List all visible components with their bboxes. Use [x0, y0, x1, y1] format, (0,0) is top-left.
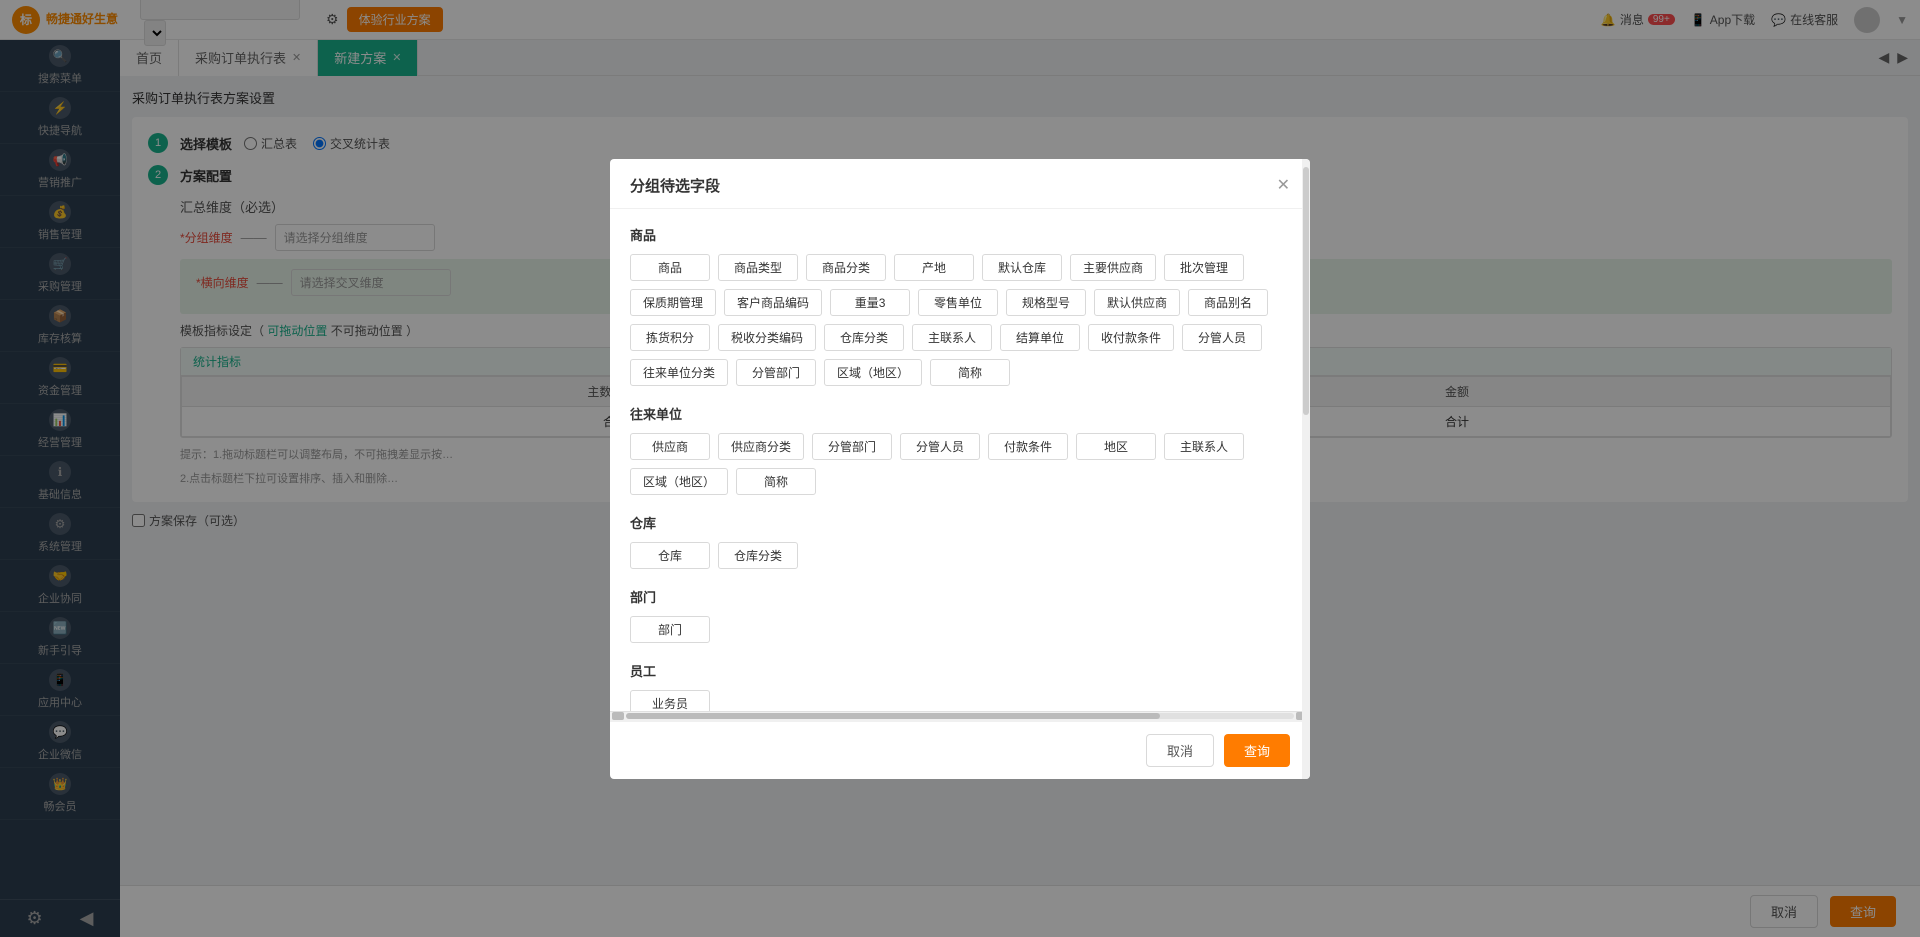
chip-main-supplier[interactable]: 主要供应商 [1070, 254, 1156, 281]
chip-batch-mgmt[interactable]: 批次管理 [1164, 254, 1244, 281]
chip-product-alias[interactable]: 商品别名 [1188, 289, 1268, 316]
chip-spec-model[interactable]: 规格型号 [1006, 289, 1086, 316]
chip-product-type[interactable]: 商品类型 [718, 254, 798, 281]
chip-salesperson[interactable]: 业务员 [630, 690, 710, 712]
section-warehouse-title: 仓库 [630, 513, 1290, 532]
chip-supplier[interactable]: 供应商 [630, 433, 710, 460]
section-counterparty: 往来单位 供应商 供应商分类 分管部门 分管人员 付款条件 地区 主联系人 区域… [630, 404, 1290, 495]
modal-cancel-button[interactable]: 取消 [1146, 734, 1214, 767]
chip-area[interactable]: 地区 [1076, 433, 1156, 460]
modal-horizontal-scrollbar[interactable] [610, 711, 1310, 720]
modal-content-wrapper: 商品 商品 商品类型 商品分类 产地 默认仓库 主要供应商 批次管理 保质期管理… [610, 209, 1310, 712]
chip-counterparty-cat[interactable]: 往来单位分类 [630, 359, 728, 386]
section-warehouse: 仓库 仓库 仓库分类 [630, 513, 1290, 569]
chip-supervisor2[interactable]: 分管人员 [900, 433, 980, 460]
chip-abbrev[interactable]: 简称 [930, 359, 1010, 386]
modal-confirm-button[interactable]: 查询 [1224, 734, 1290, 767]
chip-region2[interactable]: 区域（地区） [630, 468, 728, 495]
chip-dept[interactable]: 部门 [630, 616, 710, 643]
chip-retail-unit[interactable]: 零售单位 [918, 289, 998, 316]
chip-product[interactable]: 商品 [630, 254, 710, 281]
section-product: 商品 商品 商品类型 商品分类 产地 默认仓库 主要供应商 批次管理 保质期管理… [630, 225, 1290, 386]
chip-shelf-life[interactable]: 保质期管理 [630, 289, 716, 316]
section-product-title: 商品 [630, 225, 1290, 244]
section-dept-chips: 部门 [630, 616, 1290, 643]
modal-vertical-scrollbar[interactable] [1302, 209, 1310, 712]
modal-header: 分组待选字段 ✕ [610, 159, 1310, 209]
chip-customer-code[interactable]: 客户商品编码 [724, 289, 822, 316]
hscroll-track [626, 713, 1294, 719]
section-dept-title: 部门 [630, 587, 1290, 606]
modal-footer: 取消 查询 [610, 721, 1310, 779]
chip-warehouse-category[interactable]: 仓库分类 [718, 542, 798, 569]
chip-dept-manage2[interactable]: 分管部门 [812, 433, 892, 460]
chip-main-contact2[interactable]: 主联系人 [1164, 433, 1244, 460]
modal-body: 商品 商品 商品类型 商品分类 产地 默认仓库 主要供应商 批次管理 保质期管理… [610, 209, 1310, 712]
chip-origin[interactable]: 产地 [894, 254, 974, 281]
chip-payment-terms[interactable]: 收付款条件 [1088, 324, 1174, 351]
modal-overlay: 分组待选字段 ✕ 商品 商品 商品类型 商品分类 产地 默认仓库 主要供应商 批… [0, 0, 1920, 937]
section-product-chips: 商品 商品类型 商品分类 产地 默认仓库 主要供应商 批次管理 保质期管理 客户… [630, 254, 1290, 386]
modal-scrollbar-thumb [1303, 209, 1309, 415]
chip-region[interactable]: 区域（地区） [824, 359, 922, 386]
section-counterparty-chips: 供应商 供应商分类 分管部门 分管人员 付款条件 地区 主联系人 区域（地区） … [630, 433, 1290, 495]
section-employee-chips: 业务员 [630, 690, 1290, 712]
modal-dialog: 分组待选字段 ✕ 商品 商品 商品类型 商品分类 产地 默认仓库 主要供应商 批… [610, 159, 1310, 779]
chip-abbrev2[interactable]: 简称 [736, 468, 816, 495]
chip-dept-manage[interactable]: 分管部门 [736, 359, 816, 386]
section-employee-title: 员工 [630, 661, 1290, 680]
chip-tax-code[interactable]: 税收分类编码 [718, 324, 816, 351]
chip-settlement-unit[interactable]: 结算单位 [1000, 324, 1080, 351]
chip-pick-points[interactable]: 拣货积分 [630, 324, 710, 351]
chip-default-warehouse[interactable]: 默认仓库 [982, 254, 1062, 281]
chip-weight3[interactable]: 重量3 [830, 289, 910, 316]
section-counterparty-title: 往来单位 [630, 404, 1290, 423]
chip-main-contact[interactable]: 主联系人 [912, 324, 992, 351]
chip-supplier-cat[interactable]: 供应商分类 [718, 433, 804, 460]
chip-default-supplier[interactable]: 默认供应商 [1094, 289, 1180, 316]
section-warehouse-chips: 仓库 仓库分类 [630, 542, 1290, 569]
modal-title: 分组待选字段 [630, 175, 720, 196]
chip-product-category[interactable]: 商品分类 [806, 254, 886, 281]
chip-supervisor[interactable]: 分管人员 [1182, 324, 1262, 351]
chip-warehouse[interactable]: 仓库 [630, 542, 710, 569]
chip-warehouse-cat[interactable]: 仓库分类 [824, 324, 904, 351]
section-dept: 部门 部门 [630, 587, 1290, 643]
hscroll-left-arrow[interactable] [612, 712, 624, 720]
hscroll-thumb [626, 713, 1160, 719]
chip-payment-terms2[interactable]: 付款条件 [988, 433, 1068, 460]
section-employee: 员工 业务员 [630, 661, 1290, 712]
modal-close-button[interactable]: ✕ [1277, 175, 1290, 195]
